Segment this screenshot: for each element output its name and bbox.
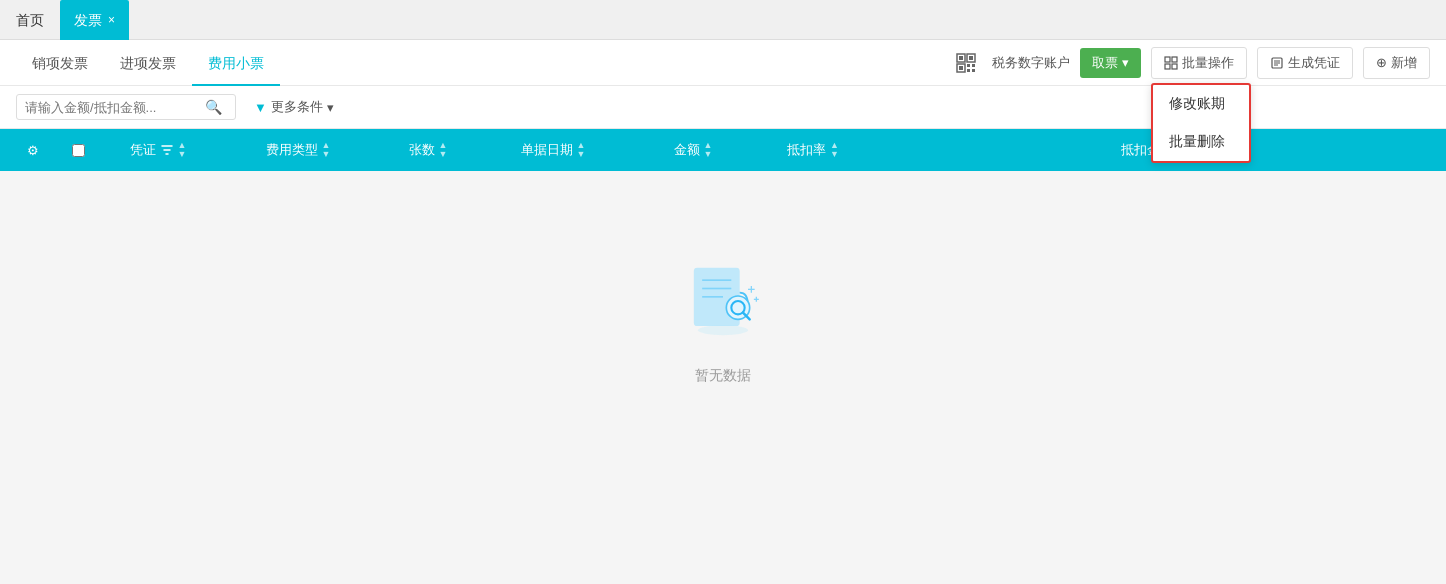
svg-rect-9 xyxy=(972,69,975,72)
th-rate-label: 抵扣率 xyxy=(787,141,826,159)
svg-rect-6 xyxy=(967,64,970,67)
new-record-button[interactable]: ⊕ 新增 xyxy=(1363,47,1430,79)
batch-op-icon xyxy=(1164,56,1178,70)
empty-illustration xyxy=(673,251,773,351)
invoice-tab[interactable]: 发票 × xyxy=(60,0,129,40)
th-count-label: 张数 xyxy=(409,141,435,159)
sub-nav-item-expense[interactable]: 费用小票 xyxy=(192,40,280,86)
take-invoice-button[interactable]: 取票 ▾ xyxy=(1080,48,1141,78)
plus-icon: ⊕ xyxy=(1376,55,1387,70)
sub-nav-left: 销项发票 进项发票 费用小票 xyxy=(16,40,280,85)
more-conditions-button[interactable]: ▼ 更多条件 ▾ xyxy=(246,94,342,120)
batch-op-label: 批量操作 xyxy=(1182,54,1234,72)
gen-voucher-label: 生成凭证 xyxy=(1288,54,1340,72)
th-count-sort: ▲▼ xyxy=(439,141,448,159)
home-tab[interactable]: 首页 xyxy=(0,0,60,40)
th-settings[interactable]: ⚙ xyxy=(8,143,58,158)
svg-rect-3 xyxy=(969,56,973,60)
search-input[interactable] xyxy=(25,100,205,115)
svg-rect-5 xyxy=(959,66,963,70)
qr-icon-button[interactable] xyxy=(950,47,982,79)
sub-nav-item-purchase[interactable]: 进项发票 xyxy=(104,40,192,86)
search-icon[interactable]: 🔍 xyxy=(205,99,222,115)
svg-rect-7 xyxy=(972,64,975,67)
th-count[interactable]: 张数 ▲▼ xyxy=(378,141,478,159)
sub-nav-right: 税务数字账户 取票 ▾ 批量操作 修改账期 批量删除 xyxy=(950,47,1430,79)
invoice-tab-close[interactable]: × xyxy=(108,0,115,40)
svg-rect-8 xyxy=(967,69,970,72)
th-expense-type-label: 费用类型 xyxy=(266,141,318,159)
select-all-checkbox[interactable] xyxy=(72,144,85,157)
th-rate[interactable]: 抵扣率 ▲▼ xyxy=(758,141,868,159)
svg-rect-13 xyxy=(1172,64,1177,69)
take-invoice-label: 取票 xyxy=(1092,54,1118,72)
batch-op-dropdown-container: 批量操作 修改账期 批量删除 xyxy=(1151,47,1247,79)
filter-icon: ▼ xyxy=(254,100,267,115)
th-expense-type[interactable]: 费用类型 ▲▼ xyxy=(218,141,378,159)
search-wrapper: 🔍 xyxy=(16,94,236,120)
gen-voucher-icon xyxy=(1270,56,1284,70)
th-checkbox[interactable] xyxy=(58,144,98,157)
th-date-sort: ▲▼ xyxy=(577,141,586,159)
th-expense-type-sort: ▲▼ xyxy=(322,141,331,159)
th-voucher-sort: ▲▼ xyxy=(178,141,187,159)
new-record-label: 新增 xyxy=(1391,54,1417,72)
svg-rect-10 xyxy=(1165,57,1170,62)
th-rate-sort: ▲▼ xyxy=(830,141,839,159)
th-voucher-filter-icon xyxy=(160,143,174,157)
th-voucher[interactable]: 凭证 ▲▼ xyxy=(98,141,218,159)
batch-op-dropdown-menu: 修改账期 批量删除 xyxy=(1151,83,1251,163)
svg-rect-11 xyxy=(1172,57,1177,62)
top-tab-bar: 首页 发票 × xyxy=(0,0,1446,40)
svg-point-18 xyxy=(698,325,748,335)
th-voucher-label: 凭证 xyxy=(130,141,156,159)
take-invoice-chevron-icon: ▾ xyxy=(1122,55,1129,70)
sub-nav-item-sales[interactable]: 销项发票 xyxy=(16,40,104,86)
more-conditions-chevron-icon: ▾ xyxy=(327,100,334,115)
dropdown-item-modify-period[interactable]: 修改账期 xyxy=(1153,85,1249,123)
th-amount-sort: ▲▼ xyxy=(704,141,713,159)
qr-icon xyxy=(954,51,978,75)
svg-rect-12 xyxy=(1165,64,1170,69)
gen-voucher-button[interactable]: 生成凭证 xyxy=(1257,47,1353,79)
empty-state: 暂无数据 xyxy=(0,171,1446,465)
settings-icon: ⚙ xyxy=(27,143,39,158)
empty-state-text: 暂无数据 xyxy=(695,367,751,385)
more-conditions-label: 更多条件 xyxy=(271,98,323,116)
batch-op-button[interactable]: 批量操作 xyxy=(1151,47,1247,79)
tax-account-button[interactable]: 税务数字账户 xyxy=(992,54,1070,72)
dropdown-item-batch-delete[interactable]: 批量删除 xyxy=(1153,123,1249,161)
invoice-tab-label: 发票 xyxy=(74,0,102,40)
th-amount-label: 金额 xyxy=(674,141,700,159)
th-amount[interactable]: 金额 ▲▼ xyxy=(628,141,758,159)
th-date-label: 单据日期 xyxy=(521,141,573,159)
svg-rect-1 xyxy=(959,56,963,60)
th-date[interactable]: 单据日期 ▲▼ xyxy=(478,141,628,159)
sub-nav: 销项发票 进项发票 费用小票 税务数字账户 取票 ▾ xyxy=(0,40,1446,86)
